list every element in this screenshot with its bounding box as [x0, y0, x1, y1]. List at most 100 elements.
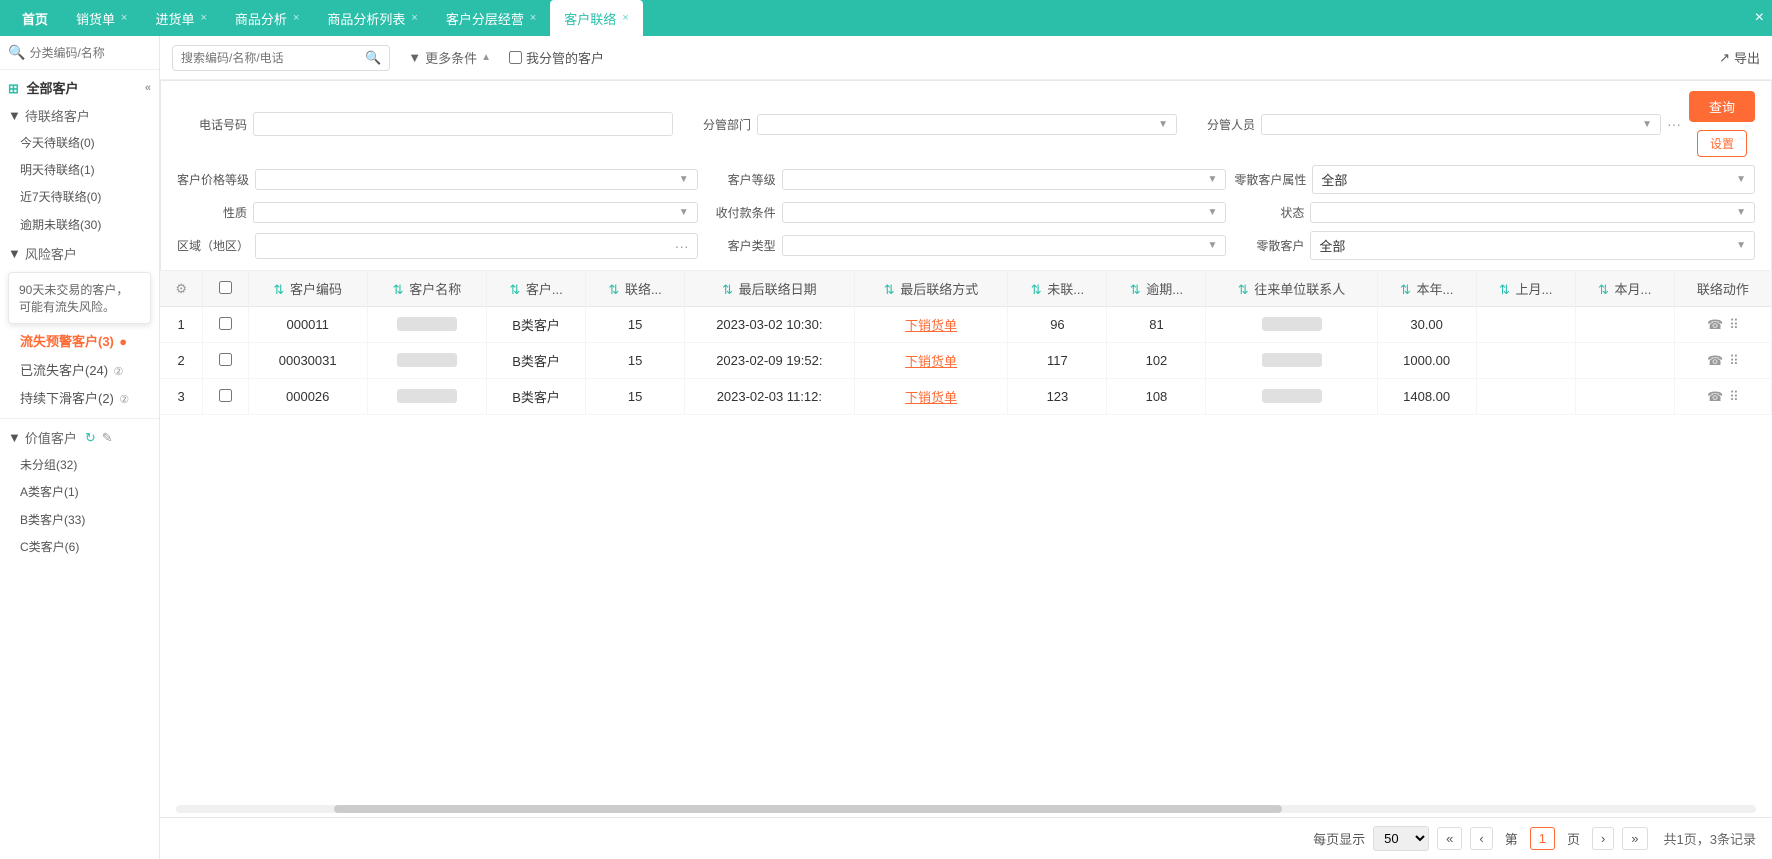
my-customers-checkbox-label[interactable]: 我分管的客户	[509, 48, 604, 67]
tab-customer-tier[interactable]: 客户分层经营 ×	[432, 0, 550, 36]
row-checkbox[interactable]	[219, 389, 232, 402]
collapse-icon[interactable]: «	[145, 82, 151, 94]
filter-search-icon[interactable]: 🔍	[365, 50, 381, 66]
filter-payment-select[interactable]: ▼	[782, 202, 1227, 223]
sidebar-item-ungrouped[interactable]: 未分组(32)	[0, 452, 159, 479]
person-ellipsis-btn[interactable]: ···	[1667, 116, 1681, 132]
filter-phone-input[interactable]	[253, 112, 673, 136]
scrollbar-thumb[interactable]	[334, 805, 1282, 813]
col-name-sort-icon[interactable]: ⇅	[393, 282, 404, 297]
col-gear[interactable]: ⚙	[160, 271, 203, 307]
col-uncontacted-sort-icon[interactable]: ⇅	[1031, 282, 1042, 297]
sidebar-item-tomorrow[interactable]: 明天待联络(1)	[0, 157, 159, 184]
filter-search-input[interactable]	[181, 51, 361, 65]
horizontal-scrollbar[interactable]	[176, 805, 1756, 813]
row-checkbox[interactable]	[219, 317, 232, 330]
tab-purchase[interactable]: 进货单 ×	[141, 0, 220, 36]
tab-analysis[interactable]: 商品分析 ×	[221, 0, 313, 36]
cell-this-month	[1575, 307, 1674, 343]
window-close-button[interactable]: ×	[1755, 9, 1764, 27]
col-overdue-sort-icon[interactable]: ⇅	[1130, 282, 1141, 297]
filter-person-select[interactable]: ▼	[1261, 114, 1661, 135]
cell-last-method[interactable]: 下销货单	[854, 343, 1008, 379]
cell-checkbox[interactable]	[203, 307, 248, 343]
sidebar-item-week7[interactable]: 近7天待联络(0)	[0, 184, 159, 211]
col-type-sort-icon[interactable]: ⇅	[509, 282, 520, 297]
filter-customer-type-select[interactable]: ▼	[782, 235, 1227, 256]
filter-sparse-customer-select[interactable]: 全部 ▼	[1310, 231, 1755, 260]
sidebar-search-input[interactable]	[29, 46, 160, 60]
filter-region-select[interactable]: ···	[255, 233, 698, 259]
sidebar-item-class-a[interactable]: A类客户(1)	[0, 479, 159, 506]
tab-customer-contact-close[interactable]: ×	[622, 12, 628, 24]
sidebar-root-title[interactable]: ⊞ 全部客户 «	[0, 70, 159, 101]
col-contact-person-sort-icon[interactable]: ⇅	[1238, 282, 1249, 297]
page-size-select[interactable]: 50 20 100	[1373, 826, 1429, 851]
action-phone-icon[interactable]: ☎	[1707, 317, 1723, 333]
cell-last-method[interactable]: 下销货单	[854, 379, 1008, 415]
action-menu-icon[interactable]: ⠿	[1729, 389, 1739, 405]
filter-dept-select[interactable]: ▼	[757, 114, 1177, 135]
region-ellipsis[interactable]: ···	[675, 238, 689, 254]
last-page-btn[interactable]: »	[1622, 827, 1647, 850]
col-contact-sort-icon[interactable]: ⇅	[608, 282, 619, 297]
export-button[interactable]: ↗ 导出	[1719, 48, 1760, 67]
refresh-icon[interactable]: ↻	[85, 430, 96, 446]
filter-price-level-select[interactable]: ▼	[255, 169, 698, 190]
next-page-btn[interactable]: ›	[1592, 827, 1614, 850]
tab-sales-close[interactable]: ×	[121, 12, 127, 24]
action-phone-icon[interactable]: ☎	[1707, 389, 1723, 405]
sidebar-item-today[interactable]: 今天待联络(0)	[0, 130, 159, 157]
settings-button[interactable]: 设置	[1697, 130, 1747, 157]
tab-purchase-close[interactable]: ×	[200, 12, 206, 24]
filter-sparse-attr-select[interactable]: 全部 ▼	[1312, 165, 1755, 194]
cell-type: B类客户	[487, 343, 586, 379]
sidebar-group-risk[interactable]: ▼ 风险客户	[0, 239, 159, 268]
tab-home[interactable]: 首页	[8, 0, 62, 36]
action-phone-icon[interactable]: ☎	[1707, 353, 1723, 369]
last-method-link[interactable]: 下销货单	[905, 354, 957, 369]
action-menu-icon[interactable]: ⠿	[1729, 317, 1739, 333]
tab-analysis-close[interactable]: ×	[293, 12, 299, 24]
filter-customer-level-select[interactable]: ▼	[782, 169, 1227, 190]
filter-nature-select[interactable]: ▼	[253, 202, 698, 223]
col-this-month-sort-icon[interactable]: ⇅	[1598, 282, 1609, 297]
edit-icon[interactable]: ✎	[102, 430, 113, 446]
row-checkbox[interactable]	[219, 353, 232, 366]
sidebar-item-overdue[interactable]: 逾期未联络(30)	[0, 212, 159, 239]
col-last-month-sort-icon[interactable]: ⇅	[1499, 282, 1510, 297]
cell-last-method[interactable]: 下销货单	[854, 307, 1008, 343]
sidebar-item-lost-already[interactable]: 已流失客户(24) ②	[0, 357, 159, 386]
tab-sales[interactable]: 销货单 ×	[62, 0, 141, 36]
cell-checkbox[interactable]	[203, 343, 248, 379]
col-last-date-sort-icon[interactable]: ⇅	[722, 282, 733, 297]
cell-checkbox[interactable]	[203, 379, 248, 415]
prev-page-btn[interactable]: ‹	[1470, 827, 1492, 850]
my-customers-checkbox[interactable]	[509, 51, 522, 64]
sidebar-item-class-c[interactable]: C类客户(6)	[0, 534, 159, 561]
col-checkbox[interactable]	[203, 271, 248, 307]
filter-status-select[interactable]: ▼	[1310, 202, 1755, 223]
sidebar-item-declining[interactable]: 持续下滑客户(2) ②	[0, 385, 159, 414]
more-conditions-btn[interactable]: ▼ 更多条件 ▲	[400, 44, 499, 71]
first-page-btn[interactable]: «	[1437, 827, 1462, 850]
col-code-sort-icon[interactable]: ⇅	[273, 282, 284, 297]
sidebar-item-at-risk[interactable]: 流失预警客户(3) ●	[0, 328, 159, 357]
last-method-link[interactable]: 下销货单	[905, 318, 957, 333]
table-gear-icon[interactable]: ⚙	[175, 281, 187, 296]
sidebar-item-class-b[interactable]: B类客户(33)	[0, 507, 159, 534]
blurred-contact	[1262, 353, 1322, 367]
action-menu-icon[interactable]: ⠿	[1729, 353, 1739, 369]
sidebar-group-pending[interactable]: ▼ 待联络客户	[0, 101, 159, 130]
query-button[interactable]: 查询	[1689, 91, 1755, 122]
col-last-method-sort-icon[interactable]: ⇅	[884, 282, 895, 297]
select-all-checkbox[interactable]	[219, 281, 232, 294]
last-method-link[interactable]: 下销货单	[905, 390, 957, 405]
tab-customer-tier-close[interactable]: ×	[530, 12, 536, 24]
tab-analysis-list[interactable]: 商品分析列表 ×	[313, 0, 431, 36]
tab-customer-contact[interactable]: 客户联络 ×	[550, 0, 642, 36]
cell-this-month	[1575, 343, 1674, 379]
col-this-year-sort-icon[interactable]: ⇅	[1400, 282, 1411, 297]
tab-analysis-list-close[interactable]: ×	[411, 12, 417, 24]
sidebar-group-value[interactable]: ▼ 价值客户 ↻ ✎	[0, 423, 159, 452]
